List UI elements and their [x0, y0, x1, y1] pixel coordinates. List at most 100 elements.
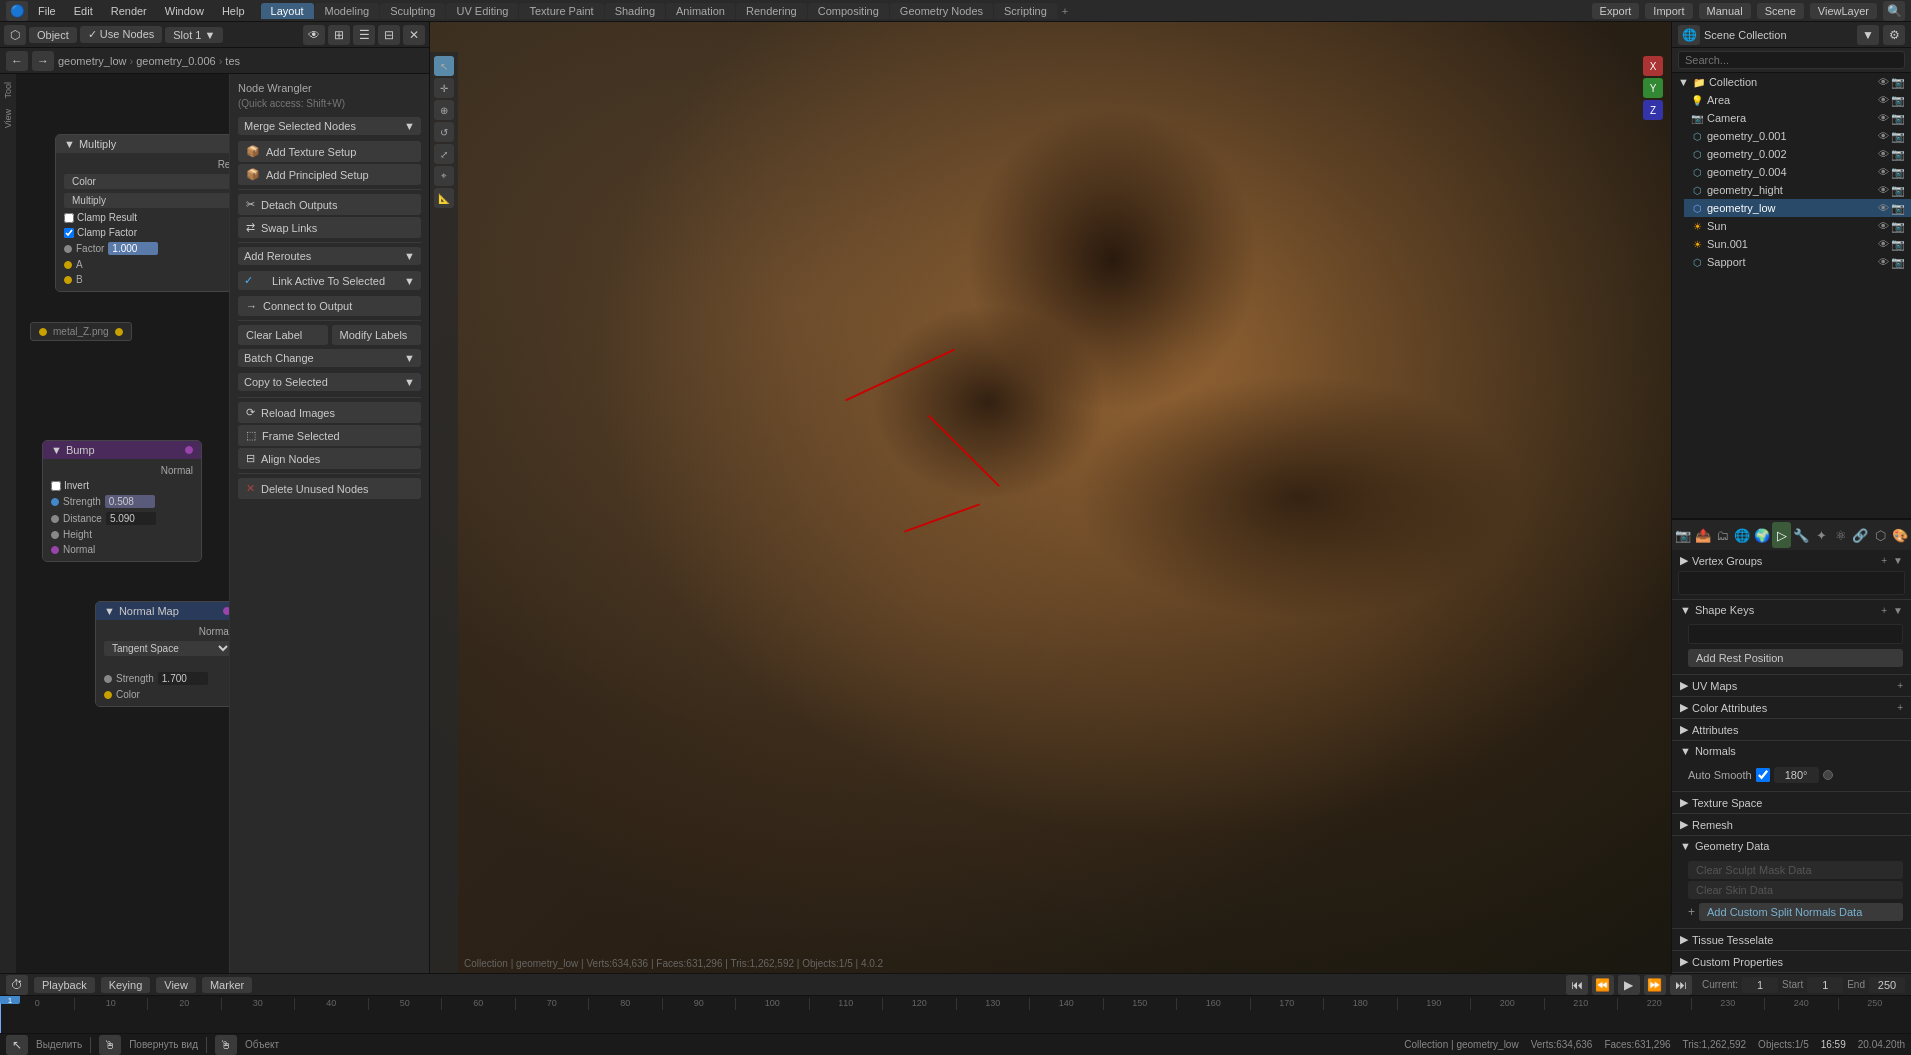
marker-btn[interactable]: Marker: [202, 977, 252, 993]
uv-maps-header[interactable]: ▶ UV Maps +: [1672, 675, 1911, 696]
nw-modify-labels-btn[interactable]: Modify Labels: [332, 325, 422, 345]
camera-render[interactable]: 📷: [1891, 112, 1905, 125]
texture-space-header[interactable]: ▶ Texture Space: [1672, 792, 1911, 813]
outliner-item-geolow[interactable]: ⬡ geometry_low 👁 📷: [1684, 199, 1911, 217]
outliner-item-geo002[interactable]: ⬡ geometry_0.002 👁 📷: [1684, 145, 1911, 163]
scene-options-icon[interactable]: ⚙: [1883, 25, 1905, 45]
multiply-node[interactable]: ▼ Multiply Result Color Mu: [55, 134, 255, 292]
clear-skin-btn[interactable]: Clear Skin Data: [1688, 881, 1903, 899]
multiply-factor-input[interactable]: [108, 242, 158, 255]
search-icon[interactable]: 🔍: [1883, 1, 1905, 21]
vertex-groups-options-icon[interactable]: ▼: [1893, 555, 1903, 566]
timeline-view-btn[interactable]: View: [156, 977, 196, 993]
node-editor-icon[interactable]: ⬡: [4, 25, 26, 45]
attributes-header[interactable]: ▶ Attributes: [1672, 719, 1911, 740]
bump-node[interactable]: ▼ Bump Normal Invert: [42, 440, 202, 562]
sun001-render[interactable]: 📷: [1891, 238, 1905, 251]
outliner-item-geo001[interactable]: ⬡ geometry_0.001 👁 📷: [1684, 127, 1911, 145]
uv-maps-add-icon[interactable]: +: [1897, 680, 1903, 691]
timeline-end-btn[interactable]: ⏭: [1670, 975, 1692, 995]
add-rest-position-btn[interactable]: Add Rest Position: [1688, 649, 1903, 667]
nw-add-texture-btn[interactable]: 📦 Add Texture Setup: [238, 141, 421, 162]
props-tab-scene[interactable]: 🌐: [1733, 522, 1752, 548]
outliner-item-sun001[interactable]: ☀ Sun.001 👁 📷: [1684, 235, 1911, 253]
props-tab-constraints[interactable]: 🔗: [1851, 522, 1870, 548]
clear-sculpt-mask-btn[interactable]: Clear Sculpt Mask Data: [1688, 861, 1903, 879]
normal-map-space-select[interactable]: Tangent Space: [104, 641, 231, 656]
node-canvas[interactable]: Tool View ▼ Multiply Result Color: [0, 74, 429, 973]
timeline-current-frame[interactable]: [1742, 977, 1778, 993]
playback-btn[interactable]: Playback: [34, 977, 95, 993]
geo004-eye[interactable]: 👁: [1878, 166, 1889, 179]
vertex-groups-add-icon[interactable]: +: [1881, 555, 1887, 566]
geo004-render[interactable]: 📷: [1891, 166, 1905, 179]
nw-swap-btn[interactable]: ⇄ Swap Links: [238, 217, 421, 238]
bump-invert-checkbox[interactable]: [51, 481, 61, 491]
node-header-icon[interactable]: ☰: [353, 25, 375, 45]
vp-gizmo-z[interactable]: Z: [1643, 100, 1663, 120]
geo001-render[interactable]: 📷: [1891, 130, 1905, 143]
workspace-geometry-nodes[interactable]: Geometry Nodes: [890, 3, 993, 19]
sun-eye[interactable]: 👁: [1878, 220, 1889, 233]
props-tab-particles[interactable]: ✦: [1812, 522, 1831, 548]
props-tab-world[interactable]: 🌍: [1753, 522, 1772, 548]
timeline-start-frame[interactable]: [1807, 977, 1843, 993]
nw-reload-btn[interactable]: ⟳ Reload Images: [238, 402, 421, 423]
timeline-prev-btn[interactable]: ⏪: [1592, 975, 1614, 995]
viewport-canvas[interactable]: ↖ ✛ ⊕ ↺ ⤢ ⌖ 📐 X Y Z Collection | geometr…: [430, 22, 1671, 973]
nw-batch-select[interactable]: Batch Change ▼: [238, 349, 421, 367]
outliner-item-camera[interactable]: 📷 Camera 👁 📷: [1684, 109, 1911, 127]
props-tab-material[interactable]: 🎨: [1890, 522, 1909, 548]
scene-btn[interactable]: Scene: [1757, 3, 1804, 19]
menu-window[interactable]: Window: [157, 3, 212, 19]
workspace-sculpting[interactable]: Sculpting: [380, 3, 445, 19]
nw-align-btn[interactable]: ⊟ Align Nodes: [238, 448, 421, 469]
nw-clear-label-btn[interactable]: Clear Label: [238, 325, 328, 345]
add-workspace-btn[interactable]: +: [1058, 5, 1072, 17]
blender-logo[interactable]: 🔵: [6, 1, 28, 21]
props-tab-output[interactable]: 📤: [1694, 522, 1713, 548]
nw-frame-btn[interactable]: ⬚ Frame Selected: [238, 425, 421, 446]
geo002-eye[interactable]: 👁: [1878, 148, 1889, 161]
shape-keys-add-icon[interactable]: +: [1881, 605, 1887, 616]
support-eye[interactable]: 👁: [1878, 256, 1889, 269]
node-close-icon[interactable]: ✕: [403, 25, 425, 45]
status-view-icon[interactable]: 🖱: [99, 1035, 121, 1055]
timeline-play-btn[interactable]: ▶: [1618, 975, 1640, 995]
nw-merge-select[interactable]: Merge Selected Nodes ▼: [238, 117, 421, 135]
geohigh-eye[interactable]: 👁: [1878, 184, 1889, 197]
bump-distance-input[interactable]: [106, 512, 156, 525]
nav-forward-icon[interactable]: →: [32, 51, 54, 71]
menu-render[interactable]: Render: [103, 3, 155, 19]
auto-smooth-checkbox[interactable]: [1756, 768, 1770, 782]
outliner-item-collection[interactable]: ▼ 📁 Collection 👁 📷: [1672, 73, 1911, 91]
area-render[interactable]: 📷: [1891, 94, 1905, 107]
vp-tool-rotate[interactable]: ↺: [434, 122, 454, 142]
collection-render[interactable]: 📷: [1891, 76, 1905, 89]
geometry-data-header[interactable]: ▼ Geometry Data: [1672, 836, 1911, 856]
geolow-render[interactable]: 📷: [1891, 202, 1905, 215]
status-object-icon[interactable]: 🖱: [215, 1035, 237, 1055]
scene-icon[interactable]: 🌐: [1678, 25, 1700, 45]
props-tab-data[interactable]: ⬡: [1871, 522, 1890, 548]
nav-back-icon[interactable]: ←: [6, 51, 28, 71]
geolow-eye[interactable]: 👁: [1878, 202, 1889, 215]
outliner-item-area[interactable]: 💡 Area 👁 📷: [1684, 91, 1911, 109]
props-tab-object[interactable]: ▷: [1772, 522, 1791, 548]
outliner-item-geohigh[interactable]: ⬡ geometry_hight 👁 📷: [1684, 181, 1911, 199]
timeline-body[interactable]: 0 10 20 30 40 50 60 70 80 90 100 110 120…: [0, 996, 1911, 1033]
vp-tool-transform[interactable]: ⌖: [434, 166, 454, 186]
color-attributes-add-icon[interactable]: +: [1897, 702, 1903, 713]
geo001-eye[interactable]: 👁: [1878, 130, 1889, 143]
workspace-layout[interactable]: Layout: [261, 3, 314, 19]
camera-eye[interactable]: 👁: [1878, 112, 1889, 125]
outliner-item-geo004[interactable]: ⬡ geometry_0.004 👁 📷: [1684, 163, 1911, 181]
normals-header[interactable]: ▼ Normals: [1672, 741, 1911, 761]
multiply-blend-select[interactable]: Multiply: [64, 193, 246, 208]
timeline-end-frame[interactable]: [1869, 977, 1905, 993]
vp-tool-scale[interactable]: ⤢: [434, 144, 454, 164]
side-tab-view[interactable]: View: [1, 105, 15, 132]
support-render[interactable]: 📷: [1891, 256, 1905, 269]
workspace-uv-editing[interactable]: UV Editing: [446, 3, 518, 19]
manual-btn[interactable]: Manual: [1699, 3, 1751, 19]
